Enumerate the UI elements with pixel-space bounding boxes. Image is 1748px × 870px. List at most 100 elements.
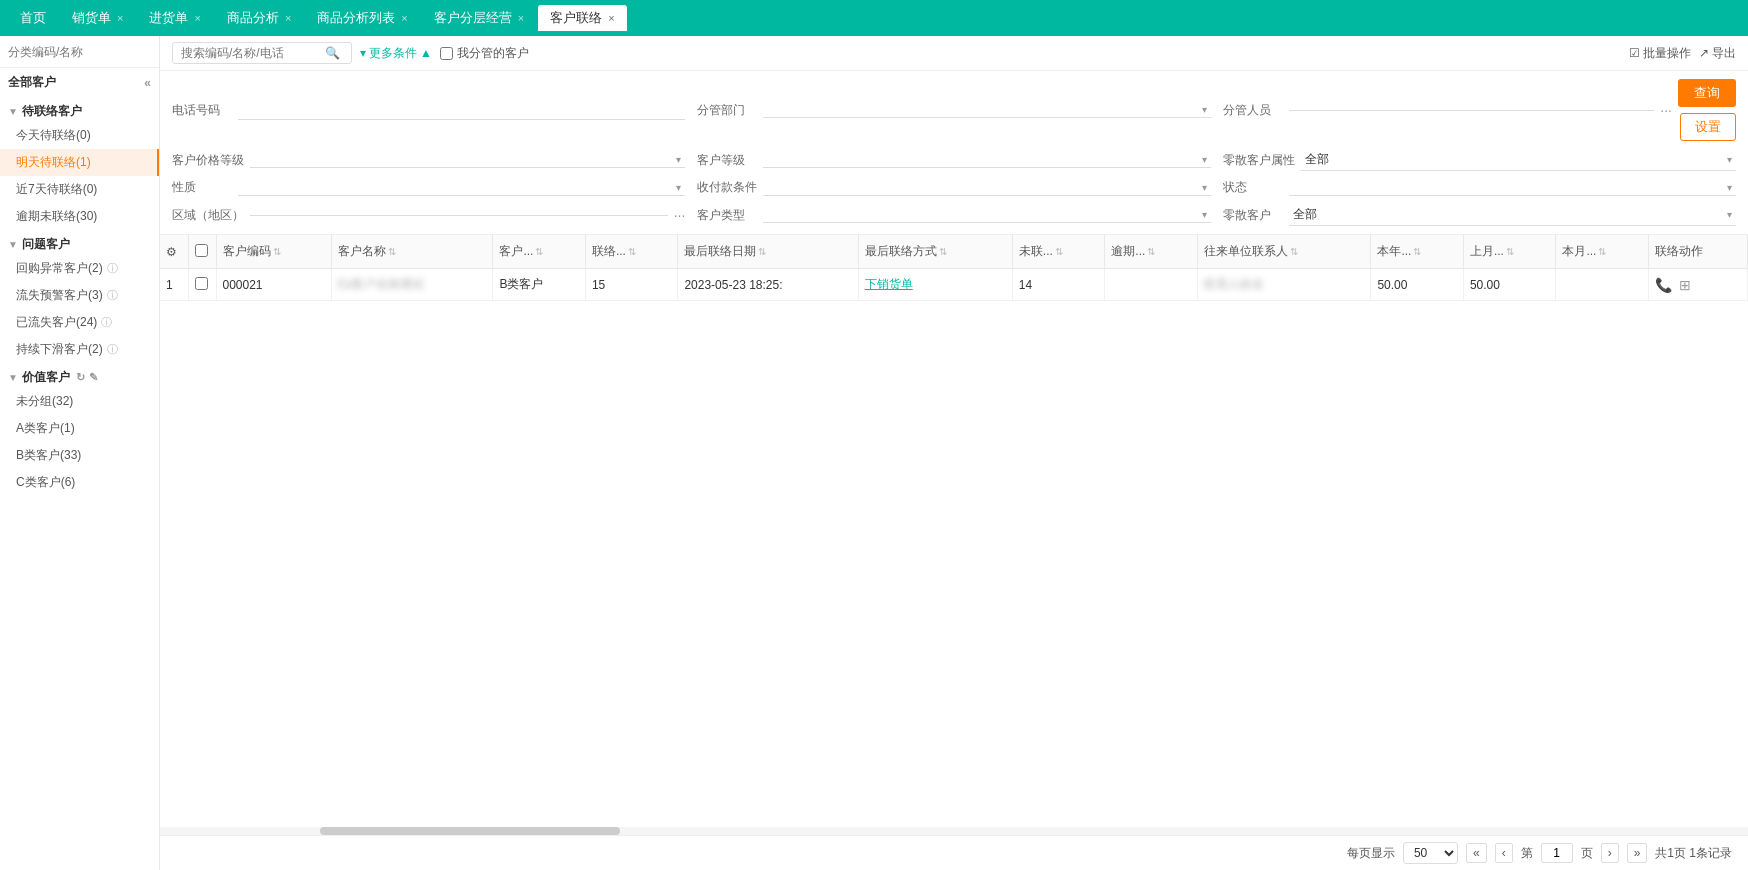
nav-product-analysis[interactable]: 商品分析 × <box>215 5 303 31</box>
prev-page-button[interactable]: ‹ <box>1495 843 1513 863</box>
batch-ops-button[interactable]: ☑ 批量操作 <box>1629 45 1691 62</box>
col-action[interactable]: 联络动作 <box>1648 235 1747 269</box>
sidebar-item-churn-warning[interactable]: 流失预警客户(3) ⓘ <box>0 282 159 309</box>
col-last-month[interactable]: 上月...⇅ <box>1463 235 1556 269</box>
checkbox-icon: ☑ <box>1629 46 1640 60</box>
nav-customer-contact[interactable]: 客户联络 × <box>538 5 626 31</box>
filter-label-phone: 电话号码 <box>172 102 232 119</box>
sidebar-item-today-pending[interactable]: 今天待联络(0) <box>0 122 159 149</box>
search-input[interactable] <box>181 46 321 60</box>
filter-select-retail-customer[interactable]: 全部 ▾ <box>1289 204 1736 226</box>
chevron-down-icon: ▾ <box>676 182 681 193</box>
filter-label-price-level: 客户价格等级 <box>172 152 244 169</box>
filter-select-price-level[interactable]: ▾ <box>250 152 685 168</box>
filter-select-customer-type[interactable]: ▾ <box>763 207 1210 223</box>
horizontal-scrollbar[interactable] <box>160 827 1748 835</box>
filter-icon: ▾ <box>360 46 366 60</box>
refresh-icon[interactable]: ↻ <box>76 371 85 384</box>
close-icon[interactable]: × <box>401 12 407 24</box>
col-type[interactable]: 客户...⇅ <box>493 235 586 269</box>
filter-input-phone[interactable] <box>238 101 685 120</box>
col-unit-contact[interactable]: 往来单位联系人⇅ <box>1197 235 1371 269</box>
collapse-icon[interactable]: « <box>144 76 151 90</box>
more-icon[interactable]: ··· <box>1660 102 1672 118</box>
close-icon[interactable]: × <box>285 12 291 24</box>
sidebar-item-tomorrow-pending[interactable]: 明天待联络(1) <box>0 149 159 176</box>
filter-select-dept[interactable]: ▾ <box>763 102 1210 118</box>
filter-select-customer-level[interactable]: ▾ <box>763 152 1210 168</box>
my-customer-checkbox[interactable] <box>440 47 453 60</box>
sidebar-item-b-class[interactable]: B类客户(33) <box>0 442 159 469</box>
col-code[interactable]: 客户编码⇅ <box>216 235 331 269</box>
nav-home[interactable]: 首页 <box>8 5 58 31</box>
filter-select-nature[interactable]: ▾ <box>238 180 685 196</box>
col-name[interactable]: 客户名称⇅ <box>331 235 493 269</box>
filter-select-retail-attr[interactable]: 全部 ▾ <box>1301 149 1736 171</box>
last-page-button[interactable]: » <box>1627 843 1648 863</box>
grid-icon[interactable]: ⊞ <box>1679 277 1691 293</box>
col-settings[interactable]: ⚙ <box>160 235 188 269</box>
content-area: 🔍 ▾ 更多条件 ▲ 我分管的客户 ☑ 批量操作 ↗ 导出 <box>160 36 1748 870</box>
sidebar-search-input[interactable] <box>8 45 158 59</box>
chevron-down-icon: ▾ <box>1727 154 1732 165</box>
nav-product-analysis-list[interactable]: 商品分析列表 × <box>305 5 419 31</box>
page-unit-label: 页 <box>1581 845 1593 862</box>
nav-sales-order[interactable]: 销货单 × <box>60 5 135 31</box>
query-button[interactable]: 查询 <box>1678 79 1736 107</box>
col-not-contacted[interactable]: 未联...⇅ <box>1012 235 1105 269</box>
cell-last-month: 50.00 <box>1463 269 1556 301</box>
sidebar-item-declining[interactable]: 持续下滑客户(2) ⓘ <box>0 336 159 363</box>
chevron-down-icon: ▾ <box>1727 182 1732 193</box>
settings-button[interactable]: 设置 <box>1680 113 1736 141</box>
sidebar-item-ungrouped[interactable]: 未分组(32) <box>0 388 159 415</box>
search-icon[interactable]: 🔍 <box>325 46 340 60</box>
nav-purchase-order[interactable]: 进货单 × <box>137 5 212 31</box>
cell-code: 000021 <box>216 269 331 301</box>
arrow-icon: ▼ <box>8 372 18 383</box>
phone-icon[interactable]: 📞 <box>1655 277 1672 293</box>
filter-bar-right: ☑ 批量操作 ↗ 导出 <box>1629 45 1736 62</box>
table-row: 1 000021 Ea客户名称测试 B类客户 15 2023-05-23 18:… <box>160 269 1748 301</box>
edit-icon[interactable]: ✎ <box>89 371 98 384</box>
col-contact-count[interactable]: 联络...⇅ <box>585 235 678 269</box>
cell-this-year: 50.00 <box>1371 269 1464 301</box>
col-this-month[interactable]: 本月...⇅ <box>1556 235 1649 269</box>
all-customers-header[interactable]: 全部客户 « <box>0 68 159 97</box>
info-icon: ⓘ <box>107 288 118 303</box>
nav-customer-tier[interactable]: 客户分层经营 × <box>422 5 536 31</box>
close-icon[interactable]: × <box>518 12 524 24</box>
col-last-date[interactable]: 最后联络日期⇅ <box>678 235 858 269</box>
filter-row-dept: 分管部门 ▾ <box>697 79 1210 141</box>
info-icon: ⓘ <box>107 261 118 276</box>
sidebar-item-repurchase-abnormal[interactable]: 回购异常客户(2) ⓘ <box>0 255 159 282</box>
more-filters-button[interactable]: ▾ 更多条件 ▲ <box>360 45 432 62</box>
select-all-checkbox[interactable] <box>195 244 208 257</box>
scroll-thumb[interactable] <box>320 827 620 835</box>
sidebar-item-a-class[interactable]: A类客户(1) <box>0 415 159 442</box>
col-this-year[interactable]: 本年...⇅ <box>1371 235 1464 269</box>
next-page-button[interactable]: › <box>1601 843 1619 863</box>
first-page-button[interactable]: « <box>1466 843 1487 863</box>
filter-select-status[interactable]: ▾ <box>1289 180 1736 196</box>
export-button[interactable]: ↗ 导出 <box>1699 45 1736 62</box>
sidebar-item-overdue-pending[interactable]: 逾期未联络(30) <box>0 203 159 230</box>
page-number-input[interactable] <box>1541 843 1573 863</box>
filter-label-region: 区域（地区） <box>172 207 244 224</box>
close-icon[interactable]: × <box>608 12 614 24</box>
cell-checkbox[interactable] <box>188 269 216 301</box>
more-icon[interactable]: ··· <box>674 207 686 223</box>
close-icon[interactable]: × <box>194 12 200 24</box>
col-checkbox[interactable] <box>188 235 216 269</box>
sidebar-item-7day-pending[interactable]: 近7天待联络(0) <box>0 176 159 203</box>
page-size-select[interactable]: 50 10 20 100 <box>1403 842 1458 864</box>
sidebar-item-churned[interactable]: 已流失客户(24) ⓘ <box>0 309 159 336</box>
cell-last-method[interactable]: 下销货单 <box>858 269 1012 301</box>
sidebar-item-c-class[interactable]: C类客户(6) <box>0 469 159 496</box>
filter-label-customer-type: 客户类型 <box>697 207 757 224</box>
col-overdue[interactable]: 逾期...⇅ <box>1105 235 1198 269</box>
filter-select-payment-terms[interactable]: ▾ <box>763 180 1210 196</box>
filter-actions: 查询 设置 <box>1678 79 1736 141</box>
col-last-method[interactable]: 最后联络方式⇅ <box>858 235 1012 269</box>
close-icon[interactable]: × <box>117 12 123 24</box>
table-header-row: ⚙ 客户编码⇅ 客户名称⇅ 客户...⇅ 联络...⇅ 最后联络日期⇅ 最后联络… <box>160 235 1748 269</box>
